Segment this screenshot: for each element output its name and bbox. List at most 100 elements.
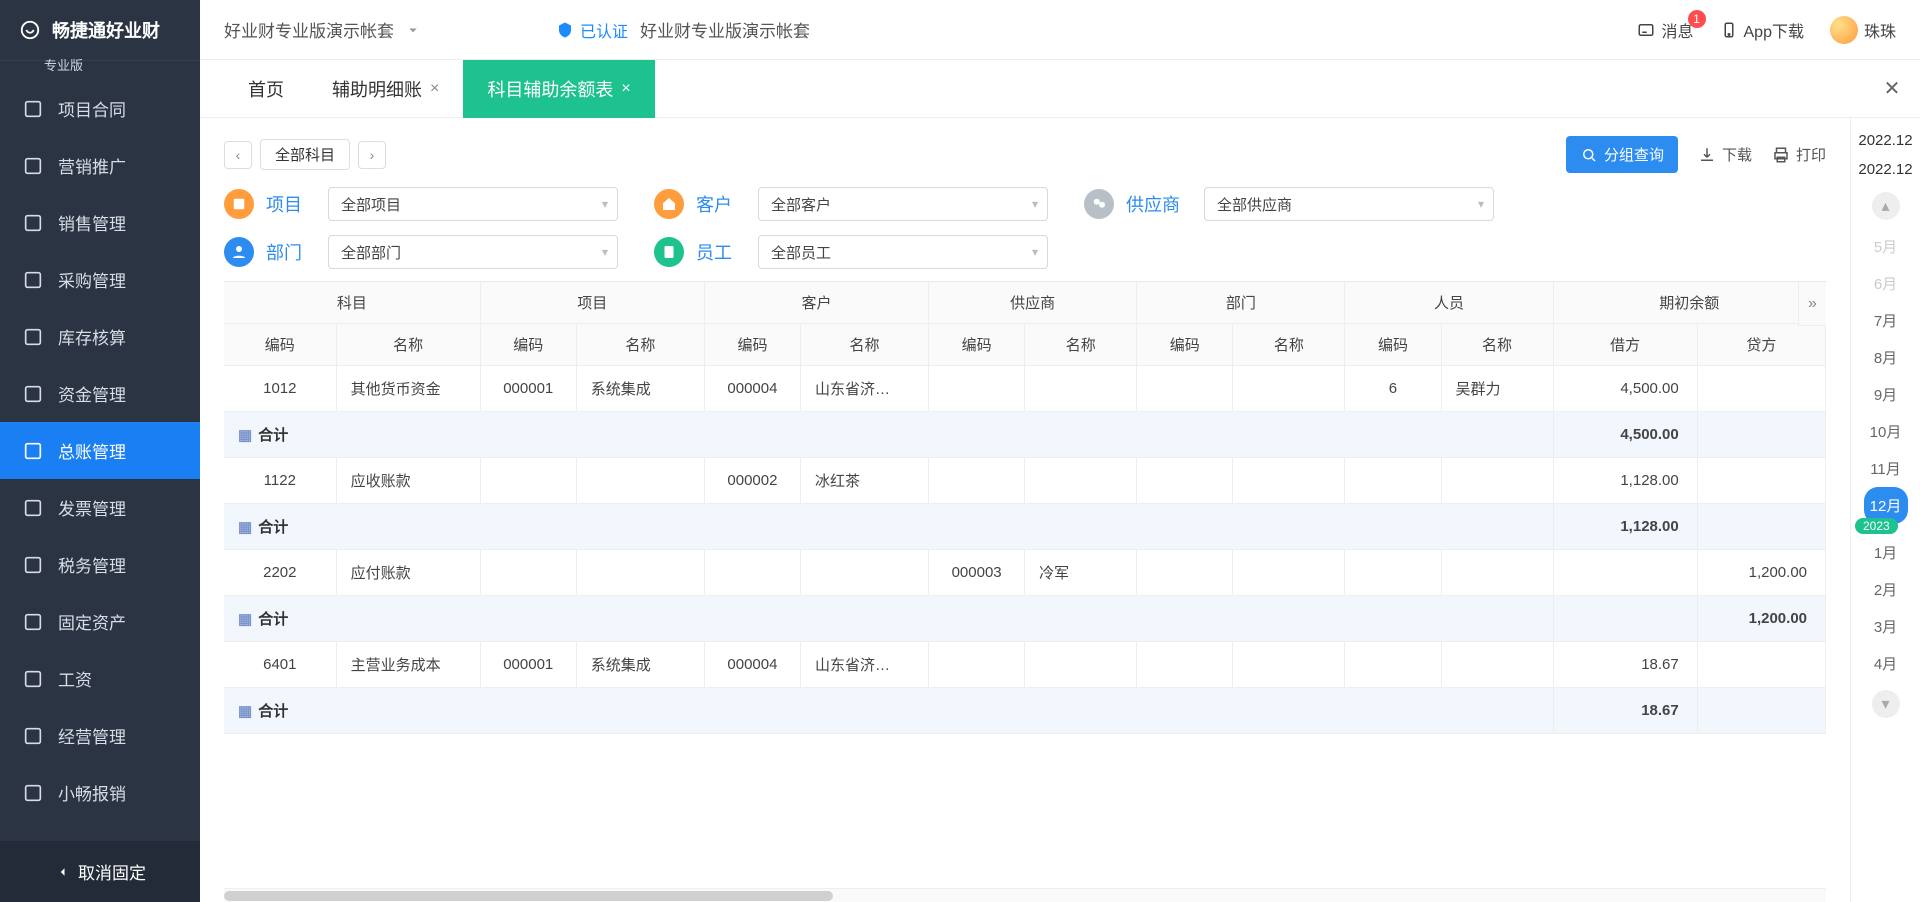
sidebar-item-8[interactable]: 税务管理 (0, 536, 200, 593)
th-supplier: 供应商 (929, 282, 1137, 324)
filter-customer: 客户 ▾ (654, 187, 1048, 221)
crumb-current[interactable]: 全部科目 (260, 139, 350, 170)
tab-2[interactable]: 科目辅助余额表× (463, 60, 654, 118)
menu-icon (22, 98, 44, 120)
tabs: 首页辅助明细账×科目辅助余额表× ✕ (200, 60, 1920, 118)
menu-icon (22, 326, 44, 348)
th-project: 项目 (480, 282, 704, 324)
sidebar-item-9[interactable]: 固定资产 (0, 593, 200, 650)
gift-icon: ▦ (238, 611, 252, 628)
sidebar-item-0[interactable]: 项目合同 (0, 80, 200, 137)
gift-icon: ▦ (238, 519, 252, 536)
sidebar-item-5[interactable]: 资金管理 (0, 365, 200, 422)
sidebar-item-10[interactable]: 工资 (0, 650, 200, 707)
sidebar-item-3[interactable]: 采购管理 (0, 251, 200, 308)
menu-icon (22, 668, 44, 690)
sidebar-item-12[interactable]: 小畅报销 (0, 764, 200, 821)
period-panel: 2022.12 2022.12 ▴ 5月6月7月8月9月10月11月12月202… (1850, 118, 1920, 902)
filter-employee: 员工 ▾ (654, 235, 1048, 269)
supplier-select[interactable] (1204, 187, 1494, 221)
tab-0[interactable]: 首页 (224, 60, 308, 118)
employee-select[interactable] (758, 235, 1048, 269)
th-opening: 期初余额 (1553, 282, 1825, 324)
period-month: 6月 (1851, 265, 1920, 302)
period-from[interactable]: 2022.12 (1858, 126, 1912, 155)
period-month: 5月 (1851, 228, 1920, 265)
sidebar-item-1[interactable]: 营销推广 (0, 137, 200, 194)
th-subject: 科目 (224, 282, 480, 324)
menu-icon (22, 269, 44, 291)
horizontal-scrollbar[interactable] (224, 888, 1826, 902)
period-to[interactable]: 2022.12 (1858, 155, 1912, 184)
period-scroll-down[interactable]: ▾ (1872, 690, 1900, 718)
account-selector[interactable]: 好业财专业版演示帐套 (224, 17, 544, 42)
table-row[interactable]: 6401主营业务成本000001系统集成000004山东省济…18.67 (224, 642, 1826, 688)
menu-icon (22, 725, 44, 747)
brand-edition: 专业版 (0, 55, 200, 80)
table-subtotal-row[interactable]: ▦合计18.67 (224, 688, 1826, 734)
menu-icon (22, 155, 44, 177)
sidebar-item-4[interactable]: 库存核算 (0, 308, 200, 365)
period-month[interactable]: 3月 (1851, 608, 1920, 645)
period-month[interactable]: 2月 (1851, 571, 1920, 608)
sidebar-item-13[interactable]: 基础信息 (0, 821, 200, 841)
tab-close-icon[interactable]: × (621, 80, 630, 98)
period-month[interactable]: 11月 (1851, 450, 1920, 487)
table-subtotal-row[interactable]: ▦合计1,128.00 (224, 504, 1826, 550)
period-scroll-up[interactable]: ▴ (1872, 192, 1900, 220)
group-query-button[interactable]: 分组查询 (1566, 136, 1678, 173)
table-subtotal-row[interactable]: ▦合计4,500.00 (224, 412, 1826, 458)
period-month[interactable]: 7月 (1851, 302, 1920, 339)
brand-name: 畅捷通好业财 (52, 17, 160, 43)
sidebar: 畅捷通好业财 专业版 项目合同营销推广销售管理采购管理库存核算资金管理总账管理发… (0, 0, 200, 902)
table-subtotal-row[interactable]: ▦合计1,200.00 (224, 596, 1826, 642)
avatar-icon (1830, 16, 1858, 44)
th-dept: 部门 (1137, 282, 1345, 324)
customer-icon (654, 189, 684, 219)
data-table: » 科目 项目 客户 供应商 部门 人员 期初余额 (224, 281, 1826, 888)
period-month[interactable]: 9月 (1851, 376, 1920, 413)
sidebar-item-2[interactable]: 销售管理 (0, 194, 200, 251)
download-button[interactable]: 下载 (1698, 144, 1752, 165)
tab-close-icon[interactable]: × (430, 80, 439, 98)
tab-close-all[interactable]: ✕ (1874, 70, 1910, 106)
breadcrumb: ‹ 全部科目 › (224, 139, 386, 170)
table-row[interactable]: 1122应收账款000002冰红茶1,128.00 (224, 458, 1826, 504)
menu-icon (22, 611, 44, 633)
menu-icon (22, 383, 44, 405)
gift-icon: ▦ (238, 427, 252, 444)
account-name: 好业财专业版演示帐套 (640, 17, 1625, 42)
expand-columns-icon[interactable]: » (1798, 282, 1826, 326)
user-menu[interactable]: 珠珠 (1830, 16, 1896, 44)
sidebar-item-6[interactable]: 总账管理 (0, 422, 200, 479)
period-month[interactable]: 8月 (1851, 339, 1920, 376)
print-button[interactable]: 打印 (1772, 144, 1826, 165)
certified-badge: 已认证 (556, 18, 628, 42)
dept-select[interactable] (328, 235, 618, 269)
app-download-button[interactable]: App下载 (1720, 18, 1804, 42)
sidebar-menu: 项目合同营销推广销售管理采购管理库存核算资金管理总账管理发票管理税务管理固定资产… (0, 80, 200, 841)
messages-button[interactable]: 消息 1 (1637, 18, 1693, 42)
period-month[interactable]: 1月 (1851, 534, 1920, 571)
period-month[interactable]: 4月 (1851, 645, 1920, 682)
filter-dept: 部门 ▾ (224, 235, 618, 269)
project-select[interactable] (328, 187, 618, 221)
sidebar-item-7[interactable]: 发票管理 (0, 479, 200, 536)
dept-icon (224, 237, 254, 267)
period-month[interactable]: 10月 (1851, 413, 1920, 450)
table-row[interactable]: 2202应付账款000003冷军1,200.00 (224, 550, 1826, 596)
employee-icon (654, 237, 684, 267)
table-row[interactable]: 1012其他货币资金000001系统集成000004山东省济…6吴群力4,500… (224, 366, 1826, 412)
filter-project: 项目 ▾ (224, 187, 618, 221)
crumb-next[interactable]: › (358, 141, 386, 169)
menu-icon (22, 782, 44, 804)
period-year-badge: 2023 (1855, 518, 1898, 534)
sidebar-toggle-fix[interactable]: 取消固定 (0, 841, 200, 902)
supplier-icon (1084, 189, 1114, 219)
crumb-prev[interactable]: ‹ (224, 141, 252, 169)
menu-icon (22, 554, 44, 576)
customer-select[interactable] (758, 187, 1048, 221)
sidebar-item-11[interactable]: 经营管理 (0, 707, 200, 764)
tab-1[interactable]: 辅助明细账× (308, 60, 463, 118)
header: 好业财专业版演示帐套 已认证 好业财专业版演示帐套 消息 1 App下载 (200, 0, 1920, 60)
